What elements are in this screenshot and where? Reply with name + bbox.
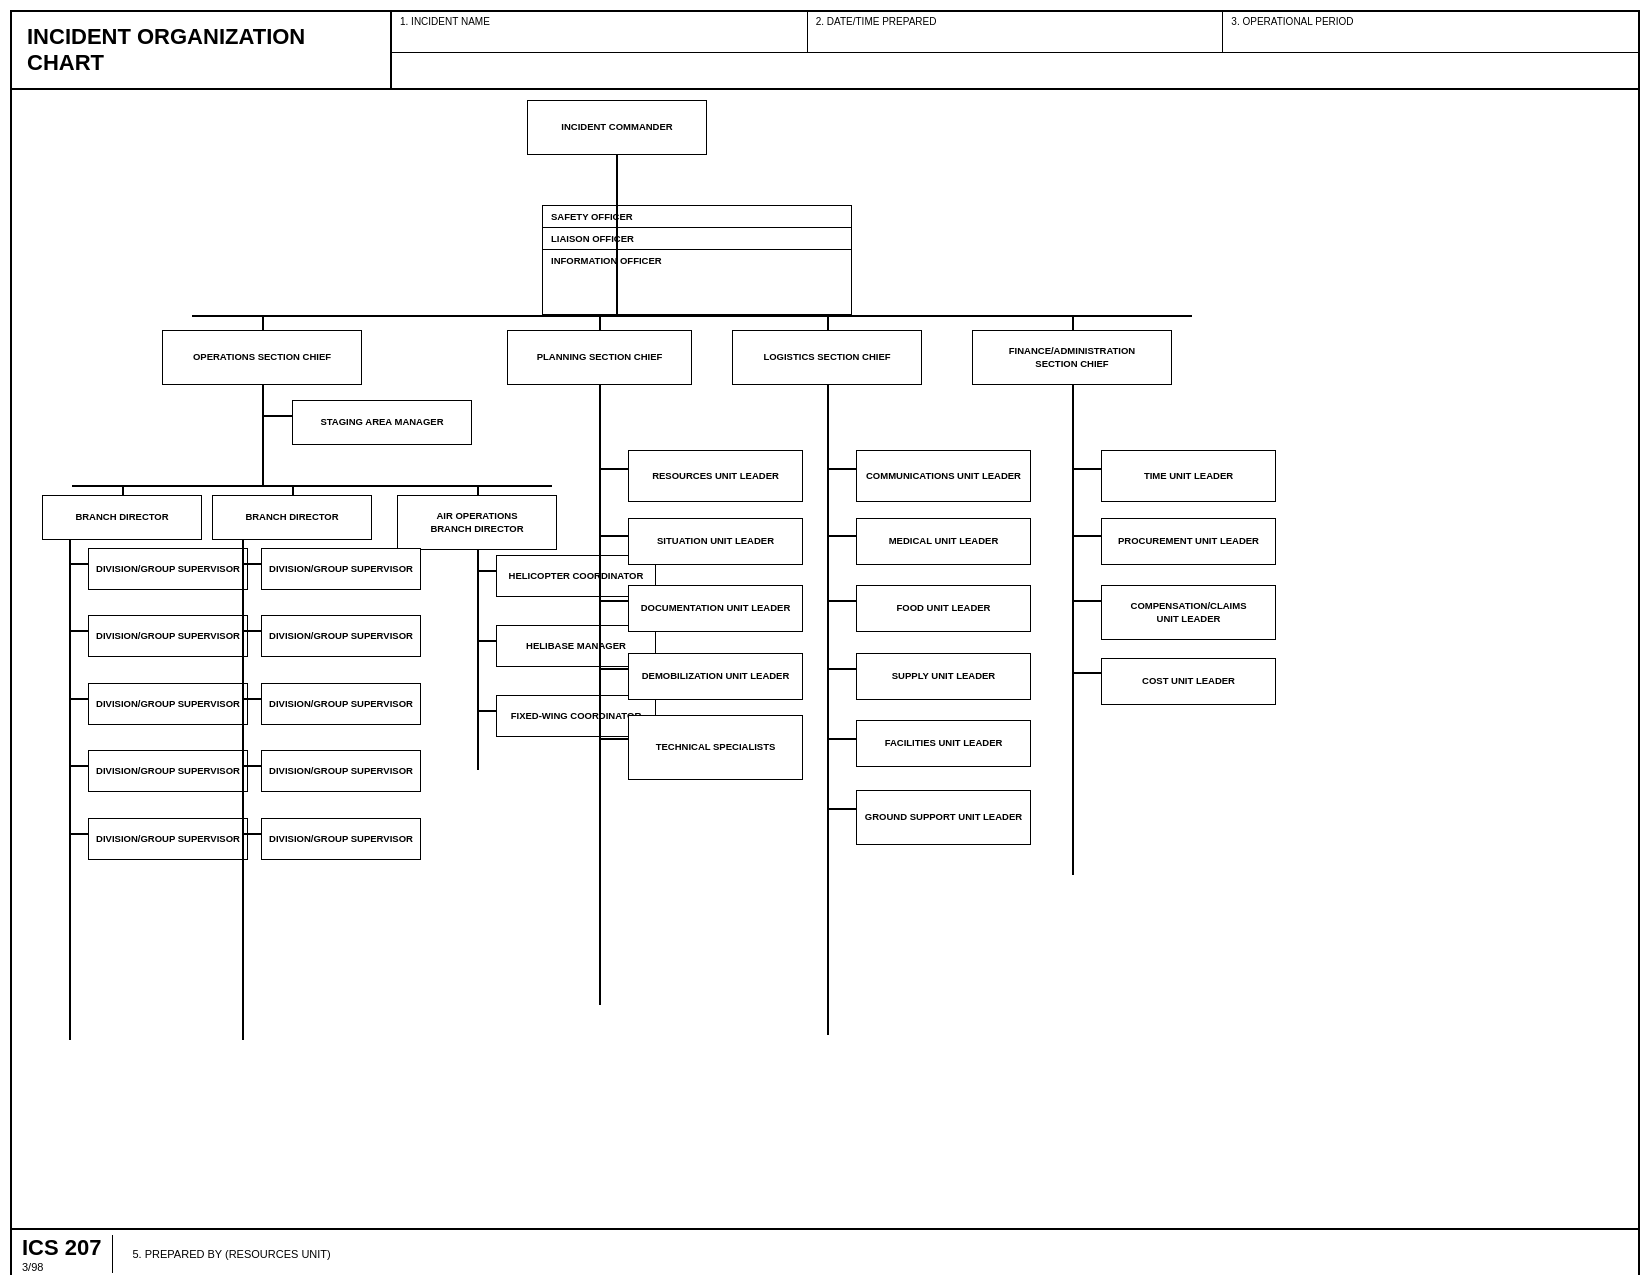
resources-unit-box: RESOURCES UNIT LEADER [628,450,803,502]
facilities-unit-box: FACILITIES UNIT LEADER [856,720,1031,767]
compensation-unit-box: COMPENSATION/CLAIMS UNIT LEADER [1101,585,1276,640]
page: INCIDENT ORGANIZATION CHART 1. INCIDENT … [0,0,1650,1275]
incident-name-label: 1. INCIDENT NAME [400,16,799,27]
div-grp-1-1-box: DIVISION/GROUP SUPERVISOR [88,548,248,590]
div-grp-2-5-box: DIVISION/GROUP SUPERVISOR [261,818,421,860]
prepared-by-label: 5. PREPARED BY (RESOURCES UNIT) [123,1248,331,1260]
liaison-officer-label: LIAISON OFFICER [543,228,851,250]
planning-chief-box: PLANNING SECTION CHIEF [507,330,692,385]
time-unit-box: TIME UNIT LEADER [1101,450,1276,502]
food-unit-box: FOOD UNIT LEADER [856,585,1031,632]
header-fields: 1. INCIDENT NAME 2. DATE/TIME PREPARED 3… [392,12,1638,88]
chart-area: INCIDENT COMMANDER SAFETY OFFICER LIAISO… [10,90,1640,1230]
supply-unit-box: SUPPLY UNIT LEADER [856,653,1031,700]
ics-number-label: ICS 207 [22,1235,102,1260]
div-grp-1-4-box: DIVISION/GROUP SUPERVISOR [88,750,248,792]
branch-director-2-box: BRANCH DIRECTOR [212,495,372,540]
header-row: 1. INCIDENT NAME 2. DATE/TIME PREPARED 3… [392,12,1638,53]
ics-number: ICS 207 3/98 [22,1235,123,1273]
div-grp-1-5-box: DIVISION/GROUP SUPERVISOR [88,818,248,860]
safety-officer-label: SAFETY OFFICER [543,206,851,228]
operations-chief-box: OPERATIONS SECTION CHIEF [162,330,362,385]
chart-title: INCIDENT ORGANIZATION CHART [12,12,392,88]
incident-commander-box: INCIDENT COMMANDER [527,100,707,155]
staging-area-box: STAGING AREA MANAGER [292,400,472,445]
communications-unit-box: COMMUNICATIONS UNIT LEADER [856,450,1031,502]
tech-specialists-box: TECHNICAL SPECIALISTS [628,715,803,780]
div-grp-2-4-box: DIVISION/GROUP SUPERVISOR [261,750,421,792]
finance-chief-box: FINANCE/ADMINISTRATION SECTION CHIEF [972,330,1172,385]
datetime-field[interactable]: 2. DATE/TIME PREPARED [808,12,1224,52]
op-period-label: 3. OPERATIONAL PERIOD [1231,16,1630,27]
situation-unit-box: SITUATION UNIT LEADER [628,518,803,565]
ground-support-box: GROUND SUPPORT UNIT LEADER [856,790,1031,845]
div-grp-2-2-box: DIVISION/GROUP SUPERVISOR [261,615,421,657]
div-grp-1-2-box: DIVISION/GROUP SUPERVISOR [88,615,248,657]
branch-director-1-box: BRANCH DIRECTOR [42,495,202,540]
procurement-unit-box: PROCUREMENT UNIT LEADER [1101,518,1276,565]
incident-name-field[interactable]: 1. INCIDENT NAME [392,12,808,52]
op-period-field[interactable]: 3. OPERATIONAL PERIOD [1223,12,1638,52]
ics-sub-label: 3/98 [22,1261,102,1273]
documentation-unit-box: DOCUMENTATION UNIT LEADER [628,585,803,632]
div-grp-1-3-box: DIVISION/GROUP SUPERVISOR [88,683,248,725]
div-grp-2-3-box: DIVISION/GROUP SUPERVISOR [261,683,421,725]
header: INCIDENT ORGANIZATION CHART 1. INCIDENT … [10,10,1640,90]
datetime-label: 2. DATE/TIME PREPARED [816,16,1215,27]
cost-unit-box: COST UNIT LEADER [1101,658,1276,705]
medical-unit-box: MEDICAL UNIT LEADER [856,518,1031,565]
logistics-chief-box: LOGISTICS SECTION CHIEF [732,330,922,385]
div-grp-2-1-box: DIVISION/GROUP SUPERVISOR [261,548,421,590]
footer: ICS 207 3/98 5. PREPARED BY (RESOURCES U… [10,1230,1640,1275]
air-ops-box: AIR OPERATIONS BRANCH DIRECTOR [397,495,557,550]
information-officer-label: INFORMATION OFFICER [543,250,851,271]
demob-unit-box: DEMOBILIZATION UNIT LEADER [628,653,803,700]
